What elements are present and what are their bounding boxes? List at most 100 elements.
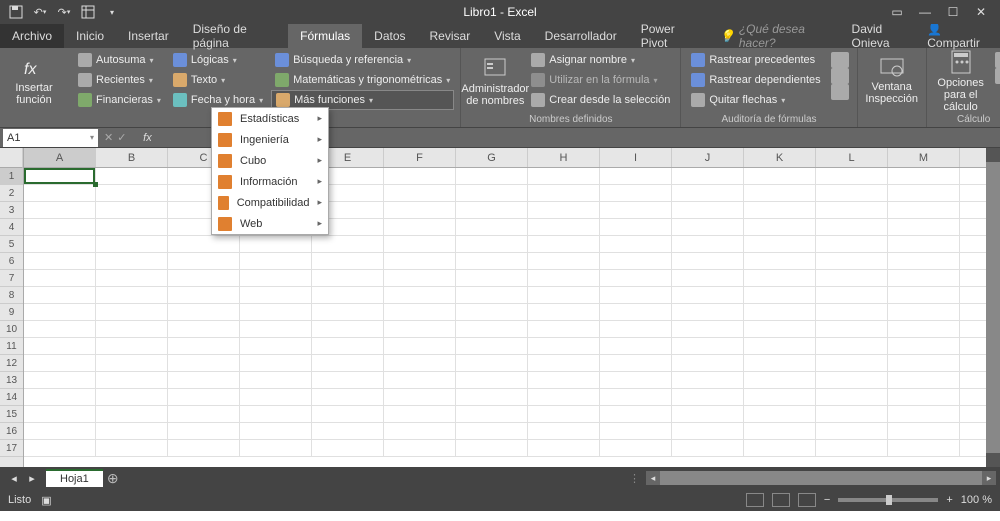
lookup-button[interactable]: Búsqueda y referencia▾: [271, 50, 454, 70]
redo-icon[interactable]: ↷▾: [54, 2, 74, 22]
cell-area[interactable]: [24, 168, 1000, 457]
row-header[interactable]: 9: [0, 304, 23, 321]
confirm-formula-icon[interactable]: ✓: [117, 131, 126, 144]
ribbon-display-icon[interactable]: ▭: [884, 2, 910, 22]
table-icon[interactable]: [78, 2, 98, 22]
col-header[interactable]: G: [456, 148, 528, 167]
zoom-in-button[interactable]: +: [946, 494, 952, 506]
define-name-button[interactable]: Asignar nombre▾: [527, 50, 674, 70]
row-header[interactable]: 7: [0, 270, 23, 287]
row-header[interactable]: 11: [0, 338, 23, 355]
fx-icon[interactable]: fx: [132, 132, 162, 144]
menu-web[interactable]: Web▸: [212, 213, 328, 234]
menu-informacion[interactable]: Información▸: [212, 171, 328, 192]
logical-button[interactable]: Lógicas▾: [169, 50, 267, 70]
row-header[interactable]: 1: [0, 168, 23, 185]
autosum-button[interactable]: Autosuma▾: [74, 50, 165, 70]
horizontal-scrollbar[interactable]: ◂ ▸: [646, 471, 996, 485]
tell-me-search[interactable]: 💡¿Qué desea hacer?: [710, 24, 842, 48]
page-layout-view-icon[interactable]: [772, 493, 790, 507]
sheet-nav-first-icon[interactable]: ◂: [6, 472, 22, 485]
evaluate-icon[interactable]: [831, 84, 849, 100]
text-button[interactable]: Texto▾: [169, 70, 267, 90]
col-header[interactable]: L: [816, 148, 888, 167]
trace-dependents-button[interactable]: Rastrear dependientes: [687, 70, 824, 90]
create-from-selection-button[interactable]: Crear desde la selección: [527, 90, 674, 110]
calc-now-icon[interactable]: [995, 52, 1000, 68]
save-icon[interactable]: [6, 2, 26, 22]
insert-function-button[interactable]: fx Insertar función: [6, 50, 62, 112]
row-header[interactable]: 12: [0, 355, 23, 372]
slider-thumb[interactable]: [886, 495, 892, 505]
add-sheet-button[interactable]: ⊕: [103, 470, 123, 487]
name-box[interactable]: A1▾: [3, 129, 98, 147]
use-in-formula-button[interactable]: Utilizar en la fórmula▾: [527, 70, 674, 90]
fill-handle[interactable]: [93, 182, 98, 187]
col-header[interactable]: J: [672, 148, 744, 167]
tab-formulas[interactable]: Fórmulas: [288, 24, 362, 48]
scroll-left-icon[interactable]: ◂: [646, 471, 660, 485]
trace-precedents-button[interactable]: Rastrear precedentes: [687, 50, 824, 70]
sheet-tab[interactable]: Hoja1: [46, 469, 103, 487]
math-button[interactable]: Matemáticas y trigonométricas▾: [271, 70, 454, 90]
calc-options-button[interactable]: Opciones para el cálculo: [933, 50, 989, 112]
page-break-view-icon[interactable]: [798, 493, 816, 507]
undo-icon[interactable]: ↶▾: [30, 2, 50, 22]
tab-revisar[interactable]: Revisar: [418, 24, 483, 48]
select-all-corner[interactable]: [0, 148, 23, 168]
tab-diseno[interactable]: Diseño de página: [181, 24, 288, 48]
watch-window-button[interactable]: Ventana Inspección: [864, 50, 920, 112]
recent-button[interactable]: Recientes▾: [74, 70, 165, 90]
remove-arrows-button[interactable]: Quitar flechas▾: [687, 90, 824, 110]
name-manager-button[interactable]: Administrador de nombres: [467, 50, 523, 112]
normal-view-icon[interactable]: [746, 493, 764, 507]
user-name[interactable]: David Onieva: [852, 22, 916, 50]
financial-button[interactable]: Financieras▾: [74, 90, 165, 110]
tab-vista[interactable]: Vista: [482, 24, 532, 48]
close-icon[interactable]: ✕: [968, 2, 994, 22]
error-check-icon[interactable]: [831, 68, 849, 84]
tab-archivo[interactable]: Archivo: [0, 24, 64, 48]
zoom-slider[interactable]: [838, 498, 938, 502]
menu-estadisticas[interactable]: Estadísticas▸: [212, 108, 328, 129]
col-header[interactable]: K: [744, 148, 816, 167]
row-header[interactable]: 13: [0, 372, 23, 389]
tab-scroll-splitter[interactable]: ⋮: [623, 472, 646, 485]
scroll-right-icon[interactable]: ▸: [982, 471, 996, 485]
col-header[interactable]: B: [96, 148, 168, 167]
row-header[interactable]: 16: [0, 423, 23, 440]
zoom-out-button[interactable]: −: [824, 494, 830, 506]
col-header[interactable]: F: [384, 148, 456, 167]
macro-record-icon[interactable]: ▣: [41, 494, 51, 507]
tab-powerpivot[interactable]: Power Pivot: [629, 24, 710, 48]
show-formulas-icon[interactable]: [831, 52, 849, 68]
tab-desarrollador[interactable]: Desarrollador: [533, 24, 629, 48]
qat-customize-icon[interactable]: ▾: [102, 2, 122, 22]
menu-compatibilidad[interactable]: Compatibilidad▸: [212, 192, 328, 213]
col-header[interactable]: I: [600, 148, 672, 167]
col-header[interactable]: H: [528, 148, 600, 167]
row-header[interactable]: 6: [0, 253, 23, 270]
minimize-icon[interactable]: ―: [912, 2, 938, 22]
maximize-icon[interactable]: ☐: [940, 2, 966, 22]
col-header[interactable]: A: [24, 148, 96, 167]
row-header[interactable]: 17: [0, 440, 23, 457]
row-header[interactable]: 10: [0, 321, 23, 338]
sheet-nav-last-icon[interactable]: ▸: [24, 472, 40, 485]
scroll-thumb[interactable]: [986, 162, 1000, 453]
vertical-scrollbar[interactable]: [986, 148, 1000, 467]
col-header[interactable]: M: [888, 148, 960, 167]
menu-ingenieria[interactable]: Ingeniería▸: [212, 129, 328, 150]
menu-cubo[interactable]: Cubo▸: [212, 150, 328, 171]
share-button[interactable]: 👤 Compartir: [927, 22, 990, 50]
calc-sheet-icon[interactable]: [995, 68, 1000, 84]
row-header[interactable]: 8: [0, 287, 23, 304]
scroll-thumb[interactable]: [660, 471, 982, 485]
row-header[interactable]: 3: [0, 202, 23, 219]
row-header[interactable]: 2: [0, 185, 23, 202]
row-header[interactable]: 4: [0, 219, 23, 236]
cancel-formula-icon[interactable]: ✕: [104, 131, 113, 144]
row-header[interactable]: 5: [0, 236, 23, 253]
tab-insertar[interactable]: Insertar: [116, 24, 181, 48]
tab-datos[interactable]: Datos: [362, 24, 417, 48]
